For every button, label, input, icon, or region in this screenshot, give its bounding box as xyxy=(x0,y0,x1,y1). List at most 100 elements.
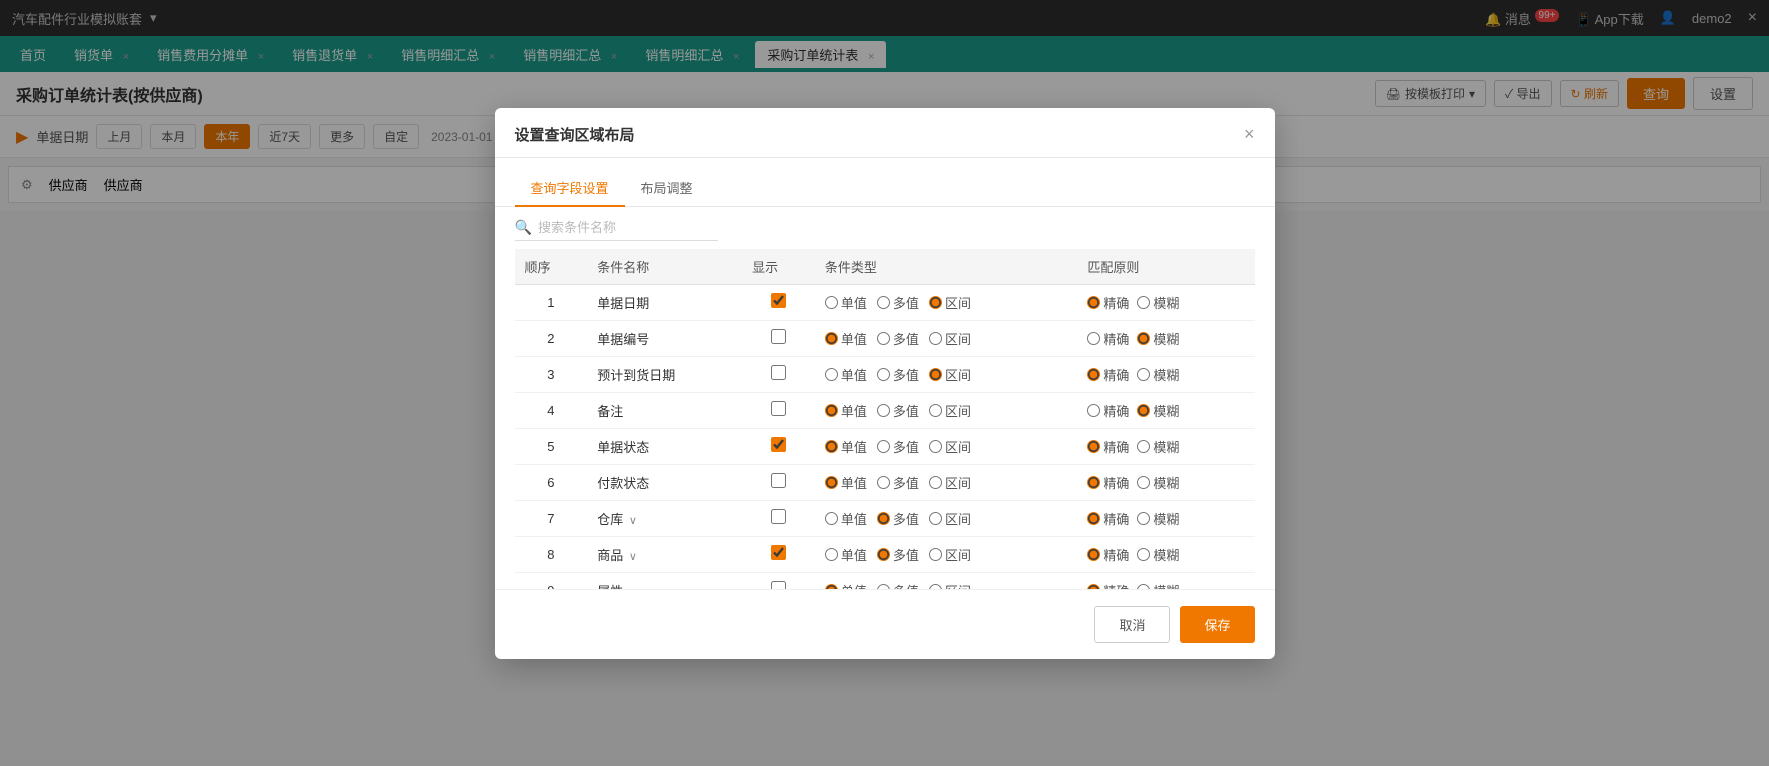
radio-type-区间-8[interactable]: 区间 xyxy=(929,581,971,589)
radio-input-type-1[interactable] xyxy=(825,332,838,345)
radio-input-type-5[interactable] xyxy=(825,476,838,489)
radio-type-单值-2[interactable]: 单值 xyxy=(825,365,867,384)
display-checkbox-1[interactable] xyxy=(771,329,786,344)
search-input[interactable] xyxy=(538,220,718,235)
cancel-button[interactable]: 取消 xyxy=(1094,606,1170,643)
radio-input-type-7[interactable] xyxy=(929,548,942,561)
radio-match-精确-0[interactable]: 精确 xyxy=(1087,293,1129,312)
radio-type-多值-4[interactable]: 多值 xyxy=(877,437,919,456)
modal-close-button[interactable]: × xyxy=(1244,125,1255,143)
radio-input-type-2[interactable] xyxy=(825,368,838,381)
radio-match-模糊-7[interactable]: 模糊 xyxy=(1137,545,1179,564)
radio-type-单值-8[interactable]: 单值 xyxy=(825,581,867,589)
radio-type-多值-8[interactable]: 多值 xyxy=(877,581,919,589)
radio-input-type-2[interactable] xyxy=(877,368,890,381)
radio-type-多值-1[interactable]: 多值 xyxy=(877,329,919,348)
radio-match-模糊-6[interactable]: 模糊 xyxy=(1137,509,1179,528)
radio-input-type-3[interactable] xyxy=(877,404,890,417)
radio-type-单值-1[interactable]: 单值 xyxy=(825,329,867,348)
radio-match-模糊-0[interactable]: 模糊 xyxy=(1137,293,1179,312)
radio-match-精确-7[interactable]: 精确 xyxy=(1087,545,1129,564)
radio-input-type-4[interactable] xyxy=(877,440,890,453)
radio-match-模糊-2[interactable]: 模糊 xyxy=(1137,365,1179,384)
radio-input-match-0[interactable] xyxy=(1087,296,1100,309)
radio-input-type-6[interactable] xyxy=(929,512,942,525)
display-checkbox-7[interactable] xyxy=(771,545,786,560)
radio-type-单值-3[interactable]: 单值 xyxy=(825,401,867,420)
display-checkbox-3[interactable] xyxy=(771,401,786,416)
radio-input-type-0[interactable] xyxy=(877,296,890,309)
radio-input-type-5[interactable] xyxy=(877,476,890,489)
radio-type-多值-0[interactable]: 多值 xyxy=(877,293,919,312)
radio-type-区间-5[interactable]: 区间 xyxy=(929,473,971,492)
radio-input-type-7[interactable] xyxy=(877,548,890,561)
radio-input-type-0[interactable] xyxy=(929,296,942,309)
radio-input-type-6[interactable] xyxy=(877,512,890,525)
radio-input-match-0[interactable] xyxy=(1137,296,1150,309)
display-checkbox-2[interactable] xyxy=(771,365,786,380)
radio-input-type-1[interactable] xyxy=(929,332,942,345)
radio-input-match-5[interactable] xyxy=(1087,476,1100,489)
radio-input-match-6[interactable] xyxy=(1087,512,1100,525)
radio-match-精确-6[interactable]: 精确 xyxy=(1087,509,1129,528)
radio-input-type-3[interactable] xyxy=(825,404,838,417)
radio-match-精确-2[interactable]: 精确 xyxy=(1087,365,1129,384)
display-checkbox-4[interactable] xyxy=(771,437,786,452)
radio-input-type-5[interactable] xyxy=(929,476,942,489)
display-checkbox-8[interactable] xyxy=(771,581,786,589)
display-checkbox-6[interactable] xyxy=(771,509,786,524)
radio-type-区间-1[interactable]: 区间 xyxy=(929,329,971,348)
radio-match-模糊-3[interactable]: 模糊 xyxy=(1137,401,1179,420)
radio-match-精确-8[interactable]: 精确 xyxy=(1087,581,1129,589)
radio-type-单值-0[interactable]: 单值 xyxy=(825,293,867,312)
radio-match-模糊-1[interactable]: 模糊 xyxy=(1137,329,1179,348)
radio-match-精确-4[interactable]: 精确 xyxy=(1087,437,1129,456)
radio-input-type-3[interactable] xyxy=(929,404,942,417)
radio-input-match-1[interactable] xyxy=(1137,332,1150,345)
modal-tab-fields[interactable]: 查询字段设置 xyxy=(515,170,625,207)
radio-type-多值-2[interactable]: 多值 xyxy=(877,365,919,384)
radio-type-区间-6[interactable]: 区间 xyxy=(929,509,971,528)
radio-input-type-4[interactable] xyxy=(825,440,838,453)
display-checkbox-5[interactable] xyxy=(771,473,786,488)
radio-input-type-6[interactable] xyxy=(825,512,838,525)
radio-type-多值-3[interactable]: 多值 xyxy=(877,401,919,420)
radio-input-match-6[interactable] xyxy=(1137,512,1150,525)
radio-type-区间-0[interactable]: 区间 xyxy=(929,293,971,312)
radio-match-精确-5[interactable]: 精确 xyxy=(1087,473,1129,492)
radio-input-type-1[interactable] xyxy=(877,332,890,345)
radio-input-match-5[interactable] xyxy=(1137,476,1150,489)
radio-type-单值-7[interactable]: 单值 xyxy=(825,545,867,564)
radio-type-区间-7[interactable]: 区间 xyxy=(929,545,971,564)
radio-type-区间-3[interactable]: 区间 xyxy=(929,401,971,420)
dropdown-arrow-icon[interactable]: ∨ xyxy=(629,515,637,527)
radio-match-精确-3[interactable]: 精确 xyxy=(1087,401,1129,420)
dropdown-arrow-icon[interactable]: ∨ xyxy=(629,551,637,563)
radio-type-多值-5[interactable]: 多值 xyxy=(877,473,919,492)
radio-input-match-3[interactable] xyxy=(1137,404,1150,417)
radio-input-match-2[interactable] xyxy=(1087,368,1100,381)
radio-input-match-2[interactable] xyxy=(1137,368,1150,381)
radio-type-区间-4[interactable]: 区间 xyxy=(929,437,971,456)
radio-input-match-7[interactable] xyxy=(1137,548,1150,561)
radio-type-单值-6[interactable]: 单值 xyxy=(825,509,867,528)
display-checkbox-0[interactable] xyxy=(771,293,786,308)
radio-input-match-3[interactable] xyxy=(1087,404,1100,417)
radio-match-模糊-5[interactable]: 模糊 xyxy=(1137,473,1179,492)
radio-input-match-1[interactable] xyxy=(1087,332,1100,345)
radio-type-区间-2[interactable]: 区间 xyxy=(929,365,971,384)
modal-tab-layout[interactable]: 布局调整 xyxy=(625,170,709,207)
radio-input-match-7[interactable] xyxy=(1087,548,1100,561)
radio-input-type-7[interactable] xyxy=(825,548,838,561)
radio-type-单值-4[interactable]: 单值 xyxy=(825,437,867,456)
radio-type-单值-5[interactable]: 单值 xyxy=(825,473,867,492)
radio-input-type-0[interactable] xyxy=(825,296,838,309)
radio-match-模糊-8[interactable]: 模糊 xyxy=(1137,581,1179,589)
radio-input-type-4[interactable] xyxy=(929,440,942,453)
radio-input-type-2[interactable] xyxy=(929,368,942,381)
radio-type-多值-7[interactable]: 多值 xyxy=(877,545,919,564)
radio-match-模糊-4[interactable]: 模糊 xyxy=(1137,437,1179,456)
radio-input-match-4[interactable] xyxy=(1087,440,1100,453)
radio-input-match-4[interactable] xyxy=(1137,440,1150,453)
radio-type-多值-6[interactable]: 多值 xyxy=(877,509,919,528)
